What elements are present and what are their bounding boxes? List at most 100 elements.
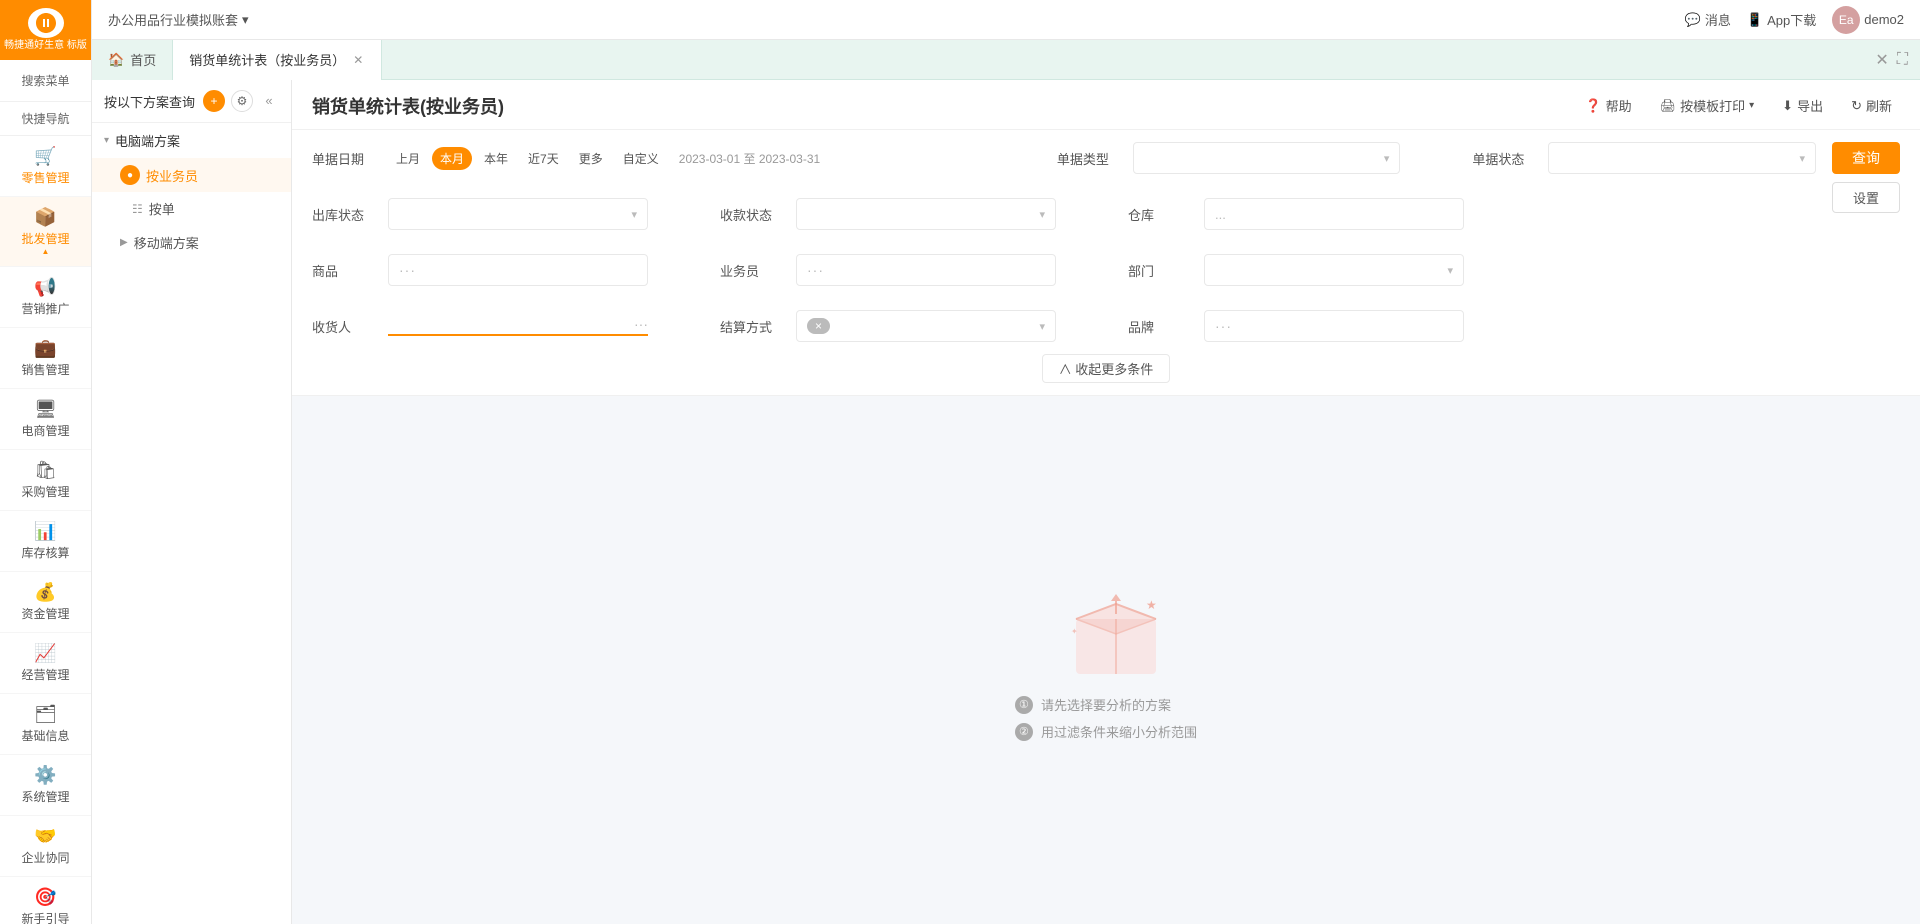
brand-select[interactable]: ··· [1204,310,1464,342]
user-profile-btn[interactable]: Ea demo2 [1832,6,1904,34]
operation-icon: 📈 [34,643,56,664]
sidebar-item-finance[interactable]: 💰 资金管理 [0,572,91,633]
retail-icon: 🛒 [34,146,56,167]
payment-select[interactable]: × ▾ [796,310,1056,342]
brand-label: 品牌 [1128,317,1188,336]
plan-item-by-staff[interactable]: ● 按业务员 [92,158,291,192]
date-tab-7days[interactable]: 近7天 [520,147,567,170]
tab-close-sales-stat[interactable]: ✕ [351,51,365,69]
sidebar-item-label-newbie: 新手引导 [21,910,69,924]
empty-state: ★ ✦ ① 请先选择要分析的方案 ② [1015,579,1197,741]
ecommerce-icon: 🖥 [34,399,57,420]
sidebar-item-retail[interactable]: 🛒 零售管理 [0,136,91,197]
collapse-panel-btn[interactable]: « [259,90,279,110]
help-btn[interactable]: ❓ 帮助 [1577,92,1639,119]
sidebar-item-system[interactable]: ⚙️ 系统管理 [0,755,91,816]
plan-icon-by-staff: ● [120,165,140,185]
app-download-label: App下载 [1767,10,1816,29]
tabbar: 🏠 首页 销货单统计表（按业务员） ✕ ✕ ⛶ [92,40,1920,80]
help-label: 帮助 [1606,96,1632,115]
expand-tab-btn[interactable]: ⛶ [1897,51,1908,69]
help-icon: ❓ [1585,98,1601,114]
desktop-group-header[interactable]: ▾ 电脑端方案 [92,123,291,158]
dept-select[interactable]: ▾ [1204,254,1464,286]
quick-nav-item[interactable]: 快捷导航 [21,106,69,131]
sidebar-item-wholesale[interactable]: 📦 批发管理 ▲ [0,197,91,267]
sidebar-item-ecommerce[interactable]: 🖥 电商管理 [0,389,91,450]
sidebar-item-label-inventory: 库存核算 [21,544,69,561]
sidebar-item-label-marketing: 营销推广 [21,300,69,317]
sidebar-item-label-retail: 零售管理 [21,169,69,186]
date-tab-this-month[interactable]: 本月 [432,147,472,170]
collapse-filter-btn[interactable]: ∧ 收起更多条件 [1042,354,1171,383]
empty-tip-2: ② 用过滤条件来缩小分析范围 [1015,722,1197,741]
staff-select[interactable]: ··· [796,254,1056,286]
date-label: 单据日期 [312,149,372,168]
goods-select[interactable]: ··· [388,254,648,286]
receiver-label: 收货人 [312,317,372,336]
print-btn[interactable]: 🖨 按模板打印 ▾ [1652,92,1763,119]
doc-status-select[interactable]: ▾ [1548,142,1816,174]
filter-row-2: 出库状态 ▾ 收款状态 ▾ 仓库 [312,198,1816,230]
sidebar-item-inventory[interactable]: 📊 库存核算 [0,511,91,572]
staff-label: 业务员 [720,261,780,280]
date-tab-last-month[interactable]: 上月 [388,147,428,170]
tip-text-1: 请先选择要分析的方案 [1041,695,1171,714]
sidebar-item-operation[interactable]: 📈 经营管理 [0,633,91,694]
sidebar-item-marketing[interactable]: 📢 营销推广 [0,267,91,328]
warehouse-label: 仓库 [1128,205,1188,224]
payment-clear-badge[interactable]: × [807,318,830,334]
sidebar-item-basic[interactable]: 🗂 基础信息 [0,694,91,755]
left-panel: 按以下方案查询 + ⚙ « ▾ 电脑端方案 ● 按业务员 ☷ 按 [92,80,292,924]
search-menu-item[interactable]: 搜索菜单 [21,68,69,93]
receiver-input[interactable] [388,317,634,332]
left-panel-title: 按以下方案查询 [104,92,195,111]
dept-arrow: ▾ [1447,264,1453,277]
sidebar-item-purchase[interactable]: 🛍 采购管理 [0,450,91,511]
close-tab-btn[interactable]: ✕ [1875,50,1888,70]
sidebar-nav: 🛒 零售管理 📦 批发管理 ▲ 📢 营销推广 💼 销售管理 🖥 电商管理 🛍 采… [0,136,91,924]
tabbar-actions: ✕ ⛶ [1863,50,1920,70]
sidebar-item-label-ecommerce: 电商管理 [21,422,69,439]
order-icon: ☷ [132,202,143,216]
refresh-btn[interactable]: ↻ 刷新 [1843,92,1900,119]
plan-item-by-order[interactable]: ☷ 按单 [92,192,291,225]
mobile-group-header[interactable]: ▶ 移动端方案 [92,225,291,260]
settings-plan-btn[interactable]: ⚙ [231,90,253,112]
newbie-icon: 🎯 [34,887,56,908]
app-title-dropdown[interactable]: 办公用品行业模拟账套 ▾ [108,10,249,29]
doc-status-arrow: ▾ [1799,152,1805,165]
payment-label: 结算方式 [720,317,780,336]
tab-home-label: 首页 [130,50,156,69]
search-button[interactable]: 查询 [1832,142,1900,174]
sidebar-item-sales[interactable]: 💼 销售管理 [0,328,91,389]
goods-label: 商品 [312,261,372,280]
collect-status-select[interactable]: ▾ [796,198,1056,230]
doc-type-select[interactable]: ▾ [1133,142,1401,174]
tab-sales-stat-label: 销货单统计表（按业务员） [189,50,345,69]
app-title-text: 办公用品行业模拟账套 [108,10,238,29]
out-status-arrow: ▾ [631,208,637,221]
date-tab-this-year[interactable]: 本年 [476,147,516,170]
receiver-ellipsis: ··· [634,316,648,332]
desktop-group-label: 电脑端方案 [115,131,180,150]
tab-sales-stat[interactable]: 销货单统计表（按业务员） ✕ [173,40,382,80]
settings-button[interactable]: 设置 [1832,182,1900,213]
topbar: 办公用品行业模拟账套 ▾ 💬 消息 📱 App下载 Ea demo2 [92,0,1920,40]
sidebar-item-newbie[interactable]: 🎯 新手引导 [0,877,91,924]
out-status-select[interactable]: ▾ [388,198,648,230]
sidebar-item-label-basic: 基础信息 [21,727,69,744]
warehouse-select[interactable]: ... [1204,198,1464,230]
marketing-icon: 📢 [34,277,56,298]
sidebar-item-enterprise[interactable]: 🤝 企业协同 [0,816,91,877]
date-tab-custom[interactable]: 自定义 [615,147,667,170]
app-download-btn[interactable]: 📱 App下载 [1747,10,1816,29]
warehouse-placeholder: ... [1215,207,1226,222]
message-btn[interactable]: 💬 消息 [1685,10,1731,29]
print-dropdown-arrow: ▾ [1749,100,1754,111]
export-btn[interactable]: ⬇ 导出 [1774,92,1831,119]
date-tab-more[interactable]: 更多 [571,147,611,170]
doc-type-label: 单据类型 [1057,149,1117,168]
tab-home[interactable]: 🏠 首页 [92,40,173,80]
add-plan-btn[interactable]: + [203,90,225,112]
